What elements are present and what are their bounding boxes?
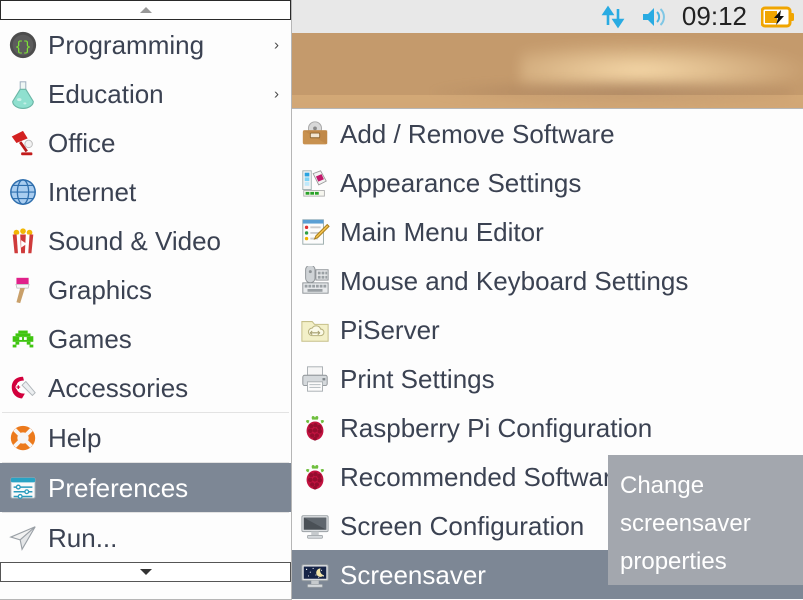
menu-item-office[interactable]: Office (0, 118, 291, 167)
menu-item-label: Recommended Software (340, 461, 627, 492)
sound-video-icon (8, 226, 38, 256)
graphics-icon (8, 275, 38, 305)
menu-item-label: Main Menu Editor (340, 216, 544, 247)
menu-item-appearance-settings[interactable]: Appearance Settings (292, 158, 803, 207)
menu-item-label: Help (48, 422, 102, 453)
games-icon (8, 324, 38, 354)
chevron-down-icon (139, 569, 152, 575)
tooltip: Change screensaver properties (608, 455, 803, 585)
menu-item-help[interactable]: Help (0, 413, 291, 462)
menu-item-label: Games (48, 323, 132, 354)
menu-item-label: Office (48, 127, 116, 158)
menu-scroll-up-button[interactable] (0, 0, 291, 20)
tooltip-line: screensaver (620, 510, 751, 537)
preferences-icon (8, 473, 38, 503)
menu-item-graphics[interactable]: Graphics (0, 265, 291, 314)
mouse-keyboard-icon (300, 265, 330, 296)
menu-item-label: PiServer (340, 314, 440, 345)
menu-item-label: Raspberry Pi Configuration (340, 412, 653, 443)
menu-item-label: Print Settings (340, 363, 495, 394)
menu-item-programming[interactable]: {} Programming › (0, 20, 291, 69)
menu-item-main-menu-editor[interactable]: Main Menu Editor (292, 207, 803, 256)
menu-item-label: Accessories (48, 372, 189, 403)
education-icon (8, 79, 38, 109)
main-menu-panel: {} Programming › Education › Office Internet So… (0, 0, 292, 600)
menu-item-internet[interactable]: Internet (0, 167, 291, 216)
menu-item-mouse-and-keyboard-settings[interactable]: Mouse and Keyboard Settings (292, 256, 803, 305)
piserver-icon (300, 315, 330, 345)
main-menu-items: {} Programming › Education › Office Internet So… (0, 20, 291, 562)
menu-item-label: Appearance Settings (340, 167, 582, 198)
menu-item-label: Programming (48, 29, 205, 60)
menu-item-add-remove-software[interactable]: Add / Remove Software (292, 109, 803, 158)
network-updown-icon[interactable] (600, 4, 626, 30)
submenu-arrow-icon: › (274, 85, 279, 102)
battery-charging-icon[interactable] (761, 6, 795, 28)
tooltip-line: Change (620, 472, 705, 499)
screen-config-icon (300, 511, 330, 541)
programming-icon: {} (8, 30, 38, 60)
run-icon (8, 523, 38, 553)
tooltip-line: properties (620, 548, 727, 575)
help-icon (8, 423, 38, 453)
menu-item-label: Education (48, 78, 164, 109)
menu-item-sound-video[interactable]: Sound & Video (0, 216, 291, 265)
clock[interactable]: 09:12 (682, 1, 747, 32)
menu-item-label: Graphics (48, 274, 153, 305)
menu-item-games[interactable]: Games (0, 314, 291, 363)
menu-item-piserver[interactable]: PiServer (292, 305, 803, 354)
menu-item-education[interactable]: Education › (0, 69, 291, 118)
menu-item-run[interactable]: Run... (0, 513, 291, 562)
internet-icon (8, 177, 38, 207)
menu-scroll-down-button[interactable] (0, 562, 291, 582)
print-settings-icon (300, 364, 330, 394)
menu-item-print-settings[interactable]: Print Settings (292, 354, 803, 403)
office-icon (8, 128, 38, 158)
raspberry-pi-icon (300, 413, 330, 443)
menu-item-label: Run... (48, 522, 118, 553)
main-menu-editor-icon (300, 217, 330, 247)
menu-item-label: Add / Remove Software (340, 118, 615, 149)
menu-item-label: Screensaver (340, 559, 486, 590)
add-remove-software-icon (300, 119, 330, 149)
menu-item-label: Internet (48, 176, 137, 207)
chevron-up-icon (139, 7, 152, 13)
appearance-settings-icon (300, 168, 330, 198)
menu-item-label: Preferences (48, 472, 189, 503)
raspberry-pi-icon (300, 462, 330, 492)
screensaver-icon (300, 560, 330, 590)
menu-item-label: Screen Configuration (340, 510, 585, 541)
volume-icon[interactable] (640, 4, 668, 30)
menu-item-preferences[interactable]: Preferences (0, 463, 291, 512)
menu-item-accessories[interactable]: Accessories (0, 363, 291, 412)
accessories-icon (8, 373, 38, 403)
submenu-arrow-icon: › (274, 36, 279, 53)
svg-text:{}: {} (15, 39, 32, 55)
menu-item-label: Sound & Video (48, 225, 221, 256)
menu-item-label: Mouse and Keyboard Settings (340, 265, 689, 296)
menu-item-raspberry-pi-configuration[interactable]: Raspberry Pi Configuration (292, 403, 803, 452)
